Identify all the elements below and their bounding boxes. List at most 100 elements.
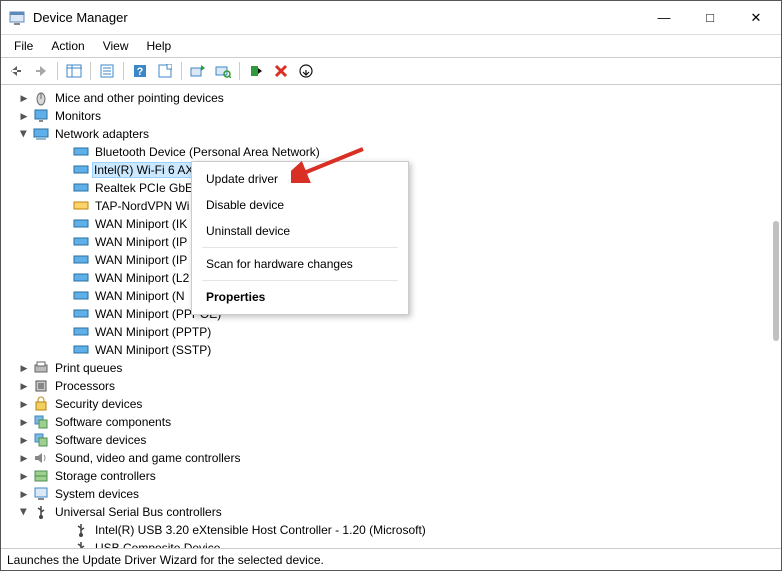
svg-text:?: ? [137, 66, 144, 78]
tree-node[interactable]: ·Bluetooth Device (Personal Area Network… [3, 143, 779, 161]
chevron-down-icon[interactable]: ▶ [17, 127, 31, 141]
menu-view[interactable]: View [95, 37, 137, 55]
sound-icon [33, 450, 49, 466]
network-adapter-icon [73, 306, 89, 322]
context-menu-separator [202, 280, 398, 281]
system-icon [33, 486, 49, 502]
tree-node[interactable]: ·USB Composite Device [3, 539, 779, 548]
printer-icon [33, 360, 49, 376]
chevron-right-icon[interactable]: ▶ [17, 91, 31, 105]
tree-node[interactable]: ·WAN Miniport (SSTP) [3, 341, 779, 359]
close-button[interactable]: ✕ [733, 3, 779, 33]
node-label: TAP-NordVPN Wi [93, 199, 191, 213]
node-label: Security devices [53, 397, 144, 411]
tree-node[interactable]: ▶Processors [3, 377, 779, 395]
minimize-button[interactable]: — [641, 3, 687, 33]
node-label: Sound, video and game controllers [53, 451, 242, 465]
back-button[interactable] [5, 60, 27, 82]
scrollbar-thumb[interactable] [773, 221, 779, 341]
network-adapter-icon [73, 162, 89, 178]
tree-node[interactable]: ·Intel(R) USB 3.20 eXtensible Host Contr… [3, 521, 779, 539]
disable-device-button[interactable] [270, 60, 292, 82]
node-label: USB Composite Device [93, 541, 222, 548]
node-label: WAN Miniport (N [93, 289, 187, 303]
chevron-right-icon[interactable]: ▶ [17, 433, 31, 447]
network-adapter-icon [73, 180, 89, 196]
ctx-disable-device[interactable]: Disable device [192, 192, 408, 218]
tree-node[interactable]: ▶ Print queues [3, 359, 779, 377]
chevron-right-icon[interactable]: ▶ [17, 361, 31, 375]
titlebar: Device Manager — □ ✕ [1, 1, 781, 35]
toolbar-separator [57, 62, 58, 80]
ctx-update-driver[interactable]: Update driver [192, 166, 408, 192]
chevron-right-icon[interactable]: ▶ [17, 487, 31, 501]
tree-node[interactable]: ▶System devices [3, 485, 779, 503]
tree-node[interactable]: ▶Mice and other pointing devices [3, 89, 779, 107]
node-label: Software components [53, 415, 173, 429]
ctx-properties[interactable]: Properties [192, 284, 408, 310]
maximize-button[interactable]: □ [687, 3, 733, 33]
network-adapter-icon [73, 270, 89, 286]
node-label: WAN Miniport (IP [93, 235, 189, 249]
node-label: WAN Miniport (IP [93, 253, 189, 267]
chevron-right-icon[interactable]: ▶ [17, 379, 31, 393]
node-label: Print queues [53, 361, 124, 375]
node-label: Bluetooth Device (Personal Area Network) [93, 145, 322, 159]
window-title: Device Manager [33, 10, 641, 25]
tree-node[interactable]: ▶ Security devices [3, 395, 779, 413]
statusbar: Launches the Update Driver Wizard for th… [1, 548, 781, 570]
chevron-right-icon[interactable]: ▶ [17, 451, 31, 465]
context-menu: Update driver Disable device Uninstall d… [191, 161, 409, 315]
cpu-icon [33, 378, 49, 394]
network-adapter-icon [73, 288, 89, 304]
node-label: Storage controllers [53, 469, 158, 483]
help-button[interactable]: ? [129, 60, 151, 82]
usb-icon [73, 522, 89, 538]
menu-action[interactable]: Action [43, 37, 92, 55]
show-hide-tree-button[interactable] [63, 60, 85, 82]
node-label: Realtek PCIe GbE [93, 181, 195, 195]
tree-node[interactable]: ▶ Sound, video and game controllers [3, 449, 779, 467]
ctx-scan-hardware[interactable]: Scan for hardware changes [192, 251, 408, 277]
update-driver-button[interactable] [187, 60, 209, 82]
chevron-right-icon[interactable]: ▶ [17, 415, 31, 429]
tree-node[interactable]: ·WAN Miniport (PPTP) [3, 323, 779, 341]
tree-node[interactable]: ▶Network adapters [3, 125, 779, 143]
scan-hardware-button[interactable] [212, 60, 234, 82]
chevron-right-icon[interactable]: ▶ [17, 397, 31, 411]
chevron-right-icon[interactable]: ▶ [17, 469, 31, 483]
uninstall-device-button[interactable] [295, 60, 317, 82]
action-button[interactable] [154, 60, 176, 82]
network-adapter-icon [73, 324, 89, 340]
tree-node[interactable]: ▶ Monitors [3, 107, 779, 125]
forward-button[interactable] [30, 60, 52, 82]
toolbar-separator [90, 62, 91, 80]
menubar: File Action View Help [1, 35, 781, 57]
network-adapter-icon [73, 234, 89, 250]
network-icon [33, 126, 49, 142]
node-label: WAN Miniport (L2 [93, 271, 191, 285]
chevron-down-icon[interactable]: ▶ [17, 505, 31, 519]
node-label: Universal Serial Bus controllers [53, 505, 224, 519]
toolbar-separator [181, 62, 182, 80]
properties-button[interactable] [96, 60, 118, 82]
menu-file[interactable]: File [6, 37, 41, 55]
node-label: Monitors [53, 109, 103, 123]
usb-icon [73, 540, 89, 548]
context-menu-separator [202, 247, 398, 248]
node-label: WAN Miniport (SSTP) [93, 343, 213, 357]
network-adapter-icon [73, 198, 89, 214]
app-icon [9, 10, 25, 26]
tree-node[interactable]: ▶Software devices [3, 431, 779, 449]
tree-node[interactable]: ▶ Universal Serial Bus controllers [3, 503, 779, 521]
toolbar: ? [1, 57, 781, 85]
chevron-right-icon[interactable]: ▶ [17, 109, 31, 123]
tree-node[interactable]: ▶ Software components [3, 413, 779, 431]
device-tree-pane[interactable]: ▶Mice and other pointing devices ▶ Monito… [1, 85, 781, 548]
enable-device-button[interactable] [245, 60, 267, 82]
ctx-uninstall-device[interactable]: Uninstall device [192, 218, 408, 244]
network-adapter-icon [73, 216, 89, 232]
network-adapter-icon [73, 252, 89, 268]
menu-help[interactable]: Help [139, 37, 180, 55]
tree-node[interactable]: ▶ Storage controllers [3, 467, 779, 485]
